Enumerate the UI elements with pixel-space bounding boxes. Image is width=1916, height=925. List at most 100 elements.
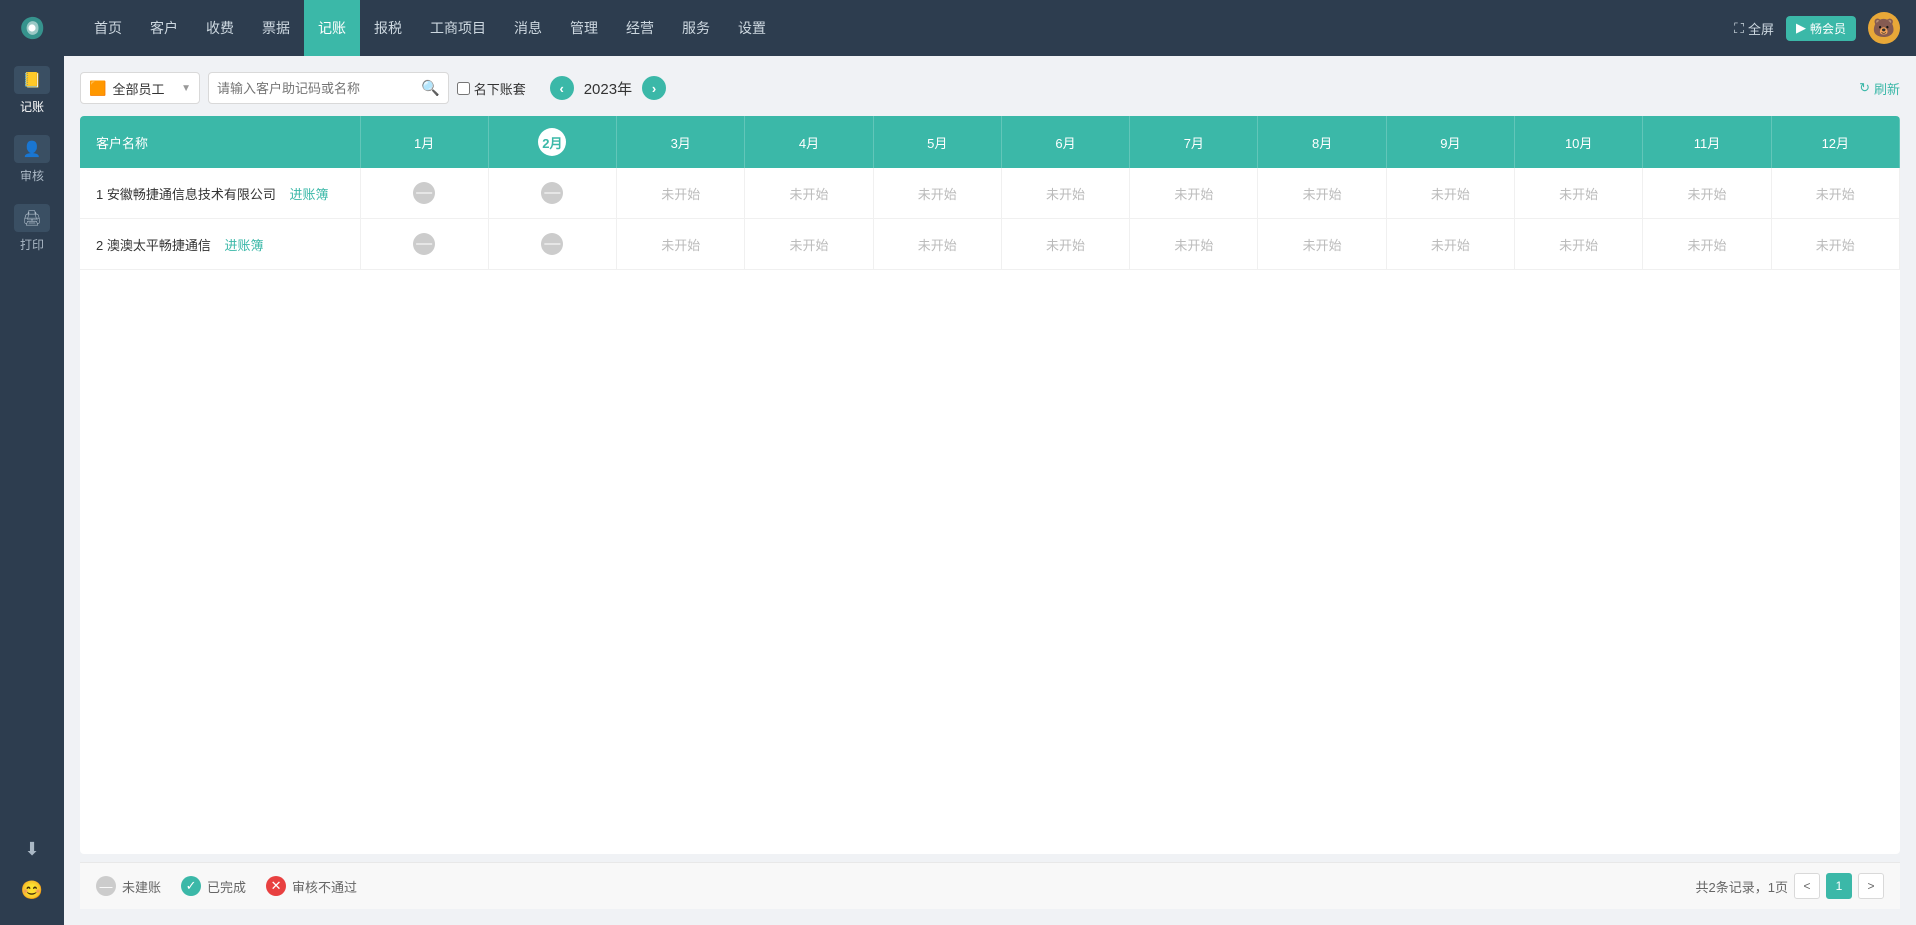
enter-ledger-link[interactable]: 进账簿 xyxy=(224,238,263,253)
search-button[interactable]: 🔍 xyxy=(421,79,440,97)
col-header-may: 5月 xyxy=(873,116,1001,168)
table-row: 2 澳澳太平畅捷通信 进账簿 ——未开始未开始未开始未开始未开始未开始未开始未开… xyxy=(80,219,1900,270)
month-cell-oct: 未开始 xyxy=(1515,168,1643,219)
nav-item-message[interactable]: 消息 xyxy=(500,0,556,56)
col-header-dec: 12月 xyxy=(1771,116,1899,168)
vip-button[interactable]: ▶ 畅会员 xyxy=(1786,16,1856,41)
legend-item-not-started: — 未建账 xyxy=(96,876,161,896)
data-table: 客户名称1月2月3月4月5月6月7月8月9月10月11月12月 1 安徽畅捷通信… xyxy=(80,116,1900,270)
sidebar-bottom: ⬇ 😊 xyxy=(0,831,64,925)
month-cell-nov: 未开始 xyxy=(1643,168,1771,219)
search-input[interactable] xyxy=(217,81,417,96)
month-cell-jan: — xyxy=(360,168,488,219)
col-header-jun: 6月 xyxy=(1001,116,1129,168)
under-account-checkbox-label[interactable]: 名下账套 xyxy=(457,79,526,98)
col-header-jul: 7月 xyxy=(1130,116,1258,168)
status-not-started: 未开始 xyxy=(1431,187,1470,202)
employee-select[interactable]: 🟧 全部员工 ▼ xyxy=(80,72,200,104)
search-wrap: 🔍 xyxy=(208,72,449,104)
toolbar: 🟧 全部员工 ▼ 🔍 名下账套 ‹ 2023年 › ↻ xyxy=(80,72,1900,104)
sidebar-item-support[interactable]: 😊 xyxy=(0,872,64,909)
sidebar-item-download[interactable]: ⬇ xyxy=(0,831,64,868)
client-name-cell: 1 安徽畅捷通信息技术有限公司 进账簿 xyxy=(80,168,360,219)
employee-label: 全部员工 xyxy=(112,79,164,98)
sidebar-item-print[interactable]: 🖨 打印 xyxy=(0,194,64,263)
legend-item-done: ✓ 已完成 xyxy=(181,876,246,896)
next-page-button[interactable]: > xyxy=(1858,873,1884,899)
next-year-button[interactable]: › xyxy=(642,76,666,100)
month-cell-jan: — xyxy=(360,219,488,270)
year-nav: ‹ 2023年 › xyxy=(550,76,666,100)
month-cell-jul: 未开始 xyxy=(1130,168,1258,219)
audit-icon: 👤 xyxy=(14,135,50,163)
client-index: 2 xyxy=(96,238,107,253)
nav-item-client[interactable]: 客户 xyxy=(136,0,192,56)
sidebar: 📒 记账 👤 审核 🖨 打印 ⬇ 😊 xyxy=(0,0,64,925)
col-header-aug: 8月 xyxy=(1258,116,1386,168)
current-page-button[interactable]: 1 xyxy=(1826,873,1852,899)
prev-page-button[interactable]: < xyxy=(1794,873,1820,899)
nav-item-operation[interactable]: 经营 xyxy=(612,0,668,56)
nav-item-home[interactable]: 首页 xyxy=(80,0,136,56)
print-icon: 🖨 xyxy=(14,204,50,232)
month-cell-aug: 未开始 xyxy=(1258,168,1386,219)
nav-item-business[interactable]: 工商项目 xyxy=(416,0,500,56)
sidebar-item-label: 审核 xyxy=(20,167,44,184)
client-name: 安徽畅捷通信息技术有限公司 xyxy=(107,187,276,202)
status-not-started: 未开始 xyxy=(1046,238,1085,253)
pagination: 共2条记录，1页 < 1 > xyxy=(1696,873,1884,899)
client-name-cell: 2 澳澳太平畅捷通信 进账簿 xyxy=(80,219,360,270)
col-header-apr: 4月 xyxy=(745,116,873,168)
month-cell-apr: 未开始 xyxy=(745,219,873,270)
col-header-sep: 9月 xyxy=(1386,116,1514,168)
status-not-started: 未开始 xyxy=(789,238,828,253)
prev-year-button[interactable]: ‹ xyxy=(550,76,574,100)
status-not-started: 未开始 xyxy=(1174,187,1213,202)
nav-item-billing[interactable]: 收费 xyxy=(192,0,248,56)
nav-item-invoice[interactable]: 票据 xyxy=(248,0,304,56)
status-not-started: 未开始 xyxy=(1559,238,1598,253)
sidebar-item-audit[interactable]: 👤 审核 xyxy=(0,125,64,194)
refresh-button[interactable]: ↻ 刷新 xyxy=(1859,79,1900,98)
status-dot-dash: — xyxy=(541,233,563,255)
data-table-wrap: 客户名称1月2月3月4月5月6月7月8月9月10月11月12月 1 安徽畅捷通信… xyxy=(80,116,1900,854)
active-month-circle: 2月 xyxy=(538,128,566,156)
fullscreen-button[interactable]: ⛶ 全屏 xyxy=(1734,19,1774,38)
status-not-started: 未开始 xyxy=(1559,187,1598,202)
support-icon: 😊 xyxy=(21,880,43,901)
month-cell-sep: 未开始 xyxy=(1386,168,1514,219)
month-cell-apr: 未开始 xyxy=(745,168,873,219)
month-cell-jun: 未开始 xyxy=(1001,168,1129,219)
main-content: 首页客户收费票据记账报税工商项目消息管理经营服务设置 ⛶ 全屏 ▶ 畅会员 🐻 … xyxy=(64,0,1916,925)
nav-right: ⛶ 全屏 ▶ 畅会员 🐻 xyxy=(1734,12,1900,44)
nav-item-manage[interactable]: 管理 xyxy=(556,0,612,56)
sidebar-item-bookkeeping[interactable]: 📒 记账 xyxy=(0,56,64,125)
vip-label: 畅会员 xyxy=(1810,20,1846,37)
nav-item-service[interactable]: 服务 xyxy=(668,0,724,56)
user-avatar[interactable]: 🐻 xyxy=(1868,12,1900,44)
bookkeeping-icon: 📒 xyxy=(14,66,50,94)
fullscreen-icon: ⛶ xyxy=(1734,20,1744,37)
under-account-checkbox[interactable] xyxy=(457,82,470,95)
month-cell-aug: 未开始 xyxy=(1258,219,1386,270)
month-cell-sep: 未开始 xyxy=(1386,219,1514,270)
nav-item-tax[interactable]: 报税 xyxy=(360,0,416,56)
year-label: 2023年 xyxy=(584,78,632,99)
status-dot-dash: — xyxy=(413,233,435,255)
sidebar-item-label: 打印 xyxy=(20,236,44,253)
dropdown-arrow-icon: ▼ xyxy=(181,83,191,94)
status-not-started: 未开始 xyxy=(789,187,828,202)
nav-item-settings[interactable]: 设置 xyxy=(724,0,780,56)
month-cell-feb: — xyxy=(488,219,616,270)
client-name: 澳澳太平畅捷通信 xyxy=(107,238,211,253)
nav-item-bookkeeping[interactable]: 记账 xyxy=(304,0,360,56)
col-header-mar: 3月 xyxy=(617,116,745,168)
status-not-started: 未开始 xyxy=(1816,238,1855,253)
status-not-started: 未开始 xyxy=(1303,238,1342,253)
next-page-icon: > xyxy=(1867,879,1874,893)
enter-ledger-link[interactable]: 进账簿 xyxy=(289,187,328,202)
refresh-icon: ↻ xyxy=(1859,80,1870,96)
month-cell-oct: 未开始 xyxy=(1515,219,1643,270)
under-account-label: 名下账套 xyxy=(474,79,526,98)
table-row: 1 安徽畅捷通信息技术有限公司 进账簿 ——未开始未开始未开始未开始未开始未开始… xyxy=(80,168,1900,219)
